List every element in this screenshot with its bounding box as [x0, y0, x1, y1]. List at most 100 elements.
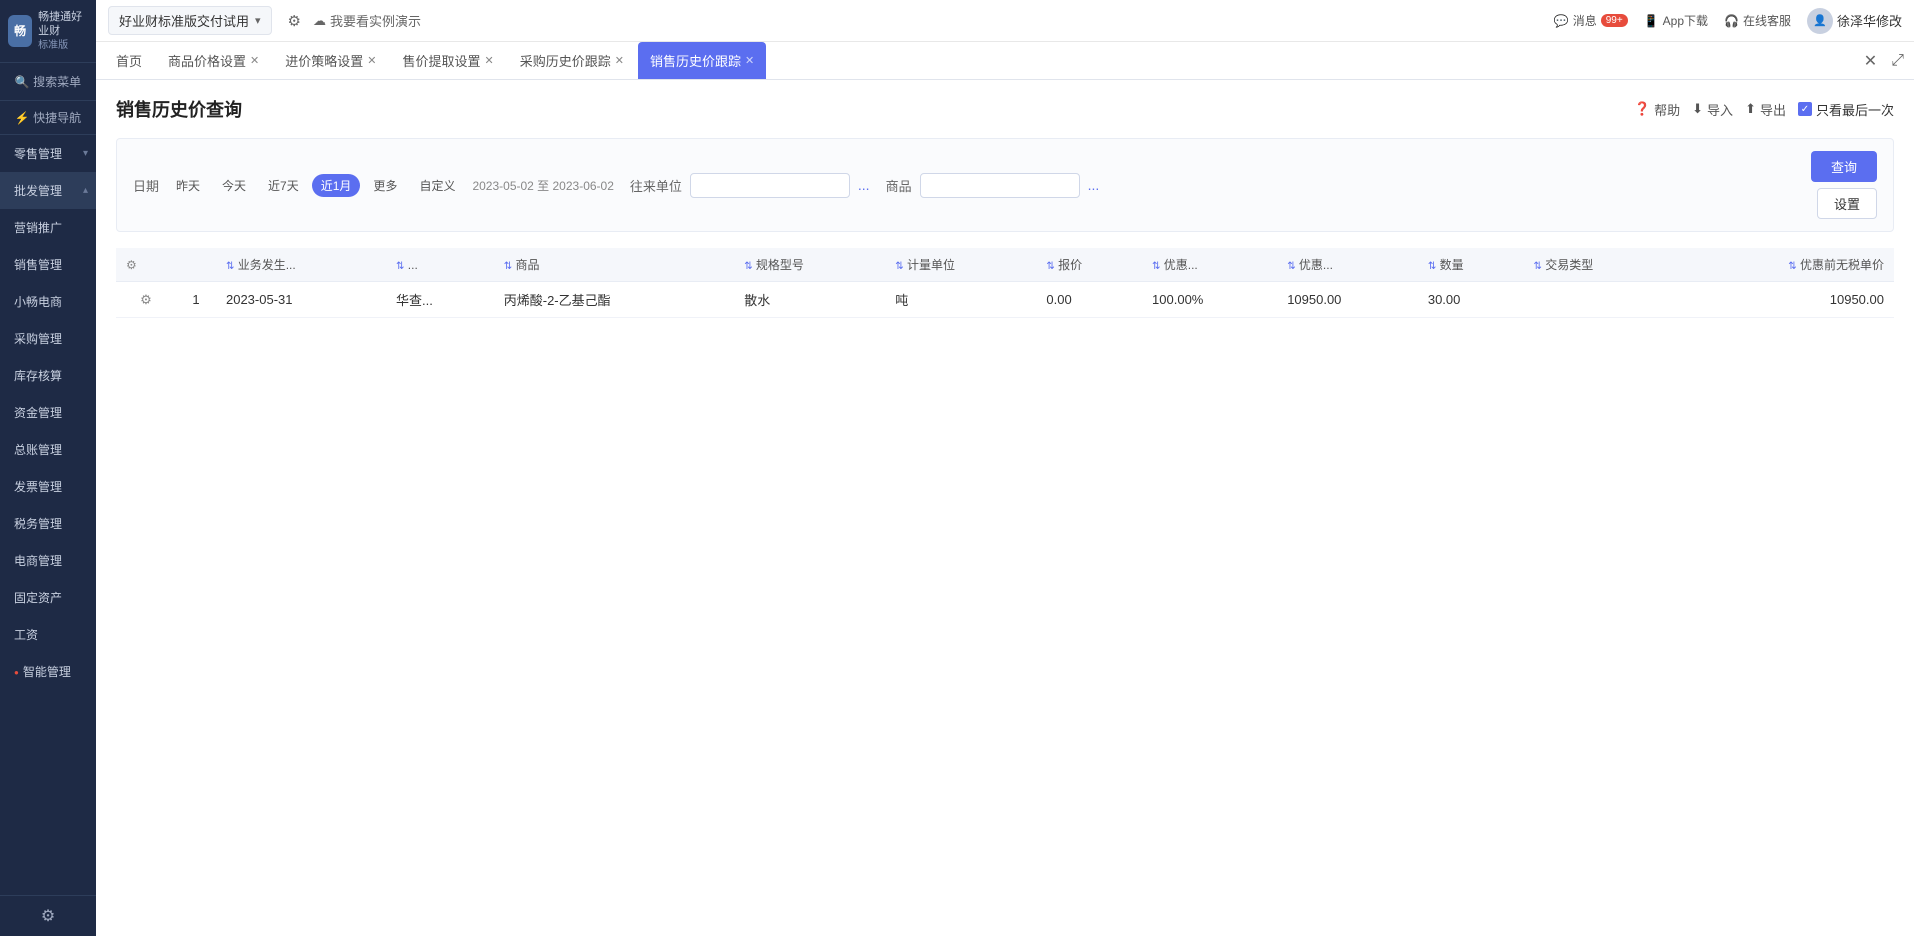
sidebar: 畅 畅捷通好业财 标准版 🔍 搜索菜单 ⚡ 快捷导航 零售管理 ▾ 批发管理 ▴…	[0, 0, 96, 936]
sort-icon: ⇅	[1287, 261, 1295, 272]
export-button[interactable]: ⬆ 导出	[1745, 100, 1786, 119]
sidebar-item-sales-mgmt[interactable]: 销售管理	[0, 246, 96, 283]
headset-icon: 🎧	[1724, 14, 1739, 28]
main-area: 好业财标准版交付试用 ▾ ⚙ ☁ 我要看实例演示 💬 消息 99+ 📱 App下…	[96, 0, 1914, 936]
sidebar-item-finance[interactable]: 资金管理	[0, 394, 96, 431]
col-product[interactable]: ⇅ 商品	[494, 248, 734, 282]
sort-icon: ⇅	[504, 261, 512, 272]
date-range-display: 2023-05-02 至 2023-06-02	[472, 177, 613, 194]
tab-purchase-strategy[interactable]: 进价策略设置 ✕	[273, 42, 388, 79]
close-window-icon[interactable]: ✕	[1858, 49, 1883, 73]
date-btn-today[interactable]: 今天	[213, 174, 255, 197]
filter-settings-button[interactable]: 设置	[1817, 188, 1877, 219]
sidebar-item-purchase[interactable]: 采购管理	[0, 320, 96, 357]
row-gear-icon[interactable]: ⚙	[140, 292, 152, 307]
data-table: ⚙ ⇅ 业务发生... ⇅ ... ⇅ 商品	[116, 248, 1894, 318]
col-num	[176, 248, 216, 282]
sidebar-item-assets[interactable]: 固定资产	[0, 579, 96, 616]
date-btn-yesterday[interactable]: 昨天	[167, 174, 209, 197]
close-tab-icon[interactable]: ✕	[615, 54, 624, 67]
checkbox-icon: ✓	[1798, 102, 1812, 116]
user-menu[interactable]: 👤 徐泽华修改	[1807, 8, 1902, 34]
tab-purchase-history[interactable]: 采购历史价跟踪 ✕	[508, 42, 636, 79]
sidebar-item-invoice[interactable]: 发票管理	[0, 468, 96, 505]
date-btn-last1m[interactable]: 近1月	[312, 174, 361, 197]
col-spec[interactable]: ⇅ 规格型号	[734, 248, 885, 282]
demo-icon: ☁	[313, 13, 326, 29]
help-button[interactable]: ❓ 帮助	[1634, 100, 1680, 119]
col-discount-pct[interactable]: ⇅ 优惠...	[1142, 248, 1277, 282]
close-tab-icon[interactable]: ✕	[745, 54, 754, 67]
tab-price-setting[interactable]: 商品价格设置 ✕	[156, 42, 271, 79]
app-selector[interactable]: 好业财标准版交付试用 ▾	[108, 6, 272, 35]
col-biz-date[interactable]: ⇅ 业务发生...	[216, 248, 386, 282]
sidebar-item-inventory[interactable]: 库存核算	[0, 357, 96, 394]
expand-icon[interactable]: ⤢	[1889, 50, 1906, 72]
col-extra[interactable]: ⇅ ...	[386, 248, 494, 282]
row-unit: 吨	[885, 282, 1036, 318]
settings-icon[interactable]: ⚙	[41, 908, 55, 925]
import-button[interactable]: ⬇ 导入	[1692, 100, 1733, 119]
sidebar-search[interactable]: 🔍 搜索菜单	[0, 63, 96, 101]
col-gear: ⚙	[116, 248, 176, 282]
demo-button[interactable]: ☁ 我要看实例演示	[313, 11, 421, 30]
row-pretax-price: 10950.00	[1675, 282, 1894, 318]
content-area: 销售历史价查询 ❓ 帮助 ⬇ 导入 ⬆ 导出 ✓ 只看最后一次	[96, 80, 1914, 936]
table-row: ⚙ 1 2023-05-31 华查... 丙烯酸-2-乙基己酯 散水 吨 0.0…	[116, 282, 1894, 318]
sidebar-item-retail[interactable]: 零售管理 ▾	[0, 135, 96, 172]
row-biz-date: 2023-05-31	[216, 282, 386, 318]
row-spec: 散水	[734, 282, 885, 318]
sidebar-item-ecommerce[interactable]: 电商管理	[0, 542, 96, 579]
sidebar-logo: 畅 畅捷通好业财 标准版	[0, 0, 96, 63]
product-input[interactable]	[920, 173, 1080, 198]
row-discount-pct: 100.00%	[1142, 282, 1277, 318]
sidebar-item-salary[interactable]: 工资	[0, 616, 96, 653]
sidebar-quick-nav[interactable]: ⚡ 快捷导航	[0, 101, 96, 135]
settings-gear-icon[interactable]: ⚙	[288, 12, 301, 30]
avatar: 👤	[1807, 8, 1833, 34]
table-header-row: ⚙ ⇅ 业务发生... ⇅ ... ⇅ 商品	[116, 248, 1894, 282]
col-pretax-price[interactable]: ⇅ 优惠前无税单价	[1675, 248, 1894, 282]
close-tab-icon[interactable]: ✕	[367, 54, 376, 67]
row-discount-amt: 10950.00	[1277, 282, 1418, 318]
date-btn-custom[interactable]: 自定义	[410, 174, 464, 197]
row-gear-cell: ⚙	[116, 282, 176, 318]
sidebar-item-smart[interactable]: 智能管理	[0, 653, 96, 690]
close-tab-icon[interactable]: ✕	[485, 54, 494, 67]
col-trade-type[interactable]: ⇅ 交易类型	[1523, 248, 1674, 282]
sort-icon: ⇅	[1046, 261, 1054, 272]
query-button[interactable]: 查询	[1811, 151, 1877, 182]
tab-home[interactable]: 首页	[104, 42, 154, 79]
tab-price-extract[interactable]: 售价提取设置 ✕	[390, 42, 505, 79]
date-btn-more[interactable]: 更多	[364, 174, 406, 197]
product-picker-icon[interactable]: ...	[1088, 177, 1100, 193]
row-extra: 华查...	[386, 282, 494, 318]
export-icon: ⬆	[1745, 101, 1756, 117]
col-unit[interactable]: ⇅ 计量单位	[885, 248, 1036, 282]
message-icon: 💬	[1554, 14, 1569, 28]
sidebar-item-wholesale[interactable]: 批发管理 ▴	[0, 172, 96, 209]
from-unit-input[interactable]	[690, 173, 850, 198]
filter-action-area: 查询 设置	[1811, 151, 1877, 219]
date-btn-last7[interactable]: 近7天	[259, 174, 308, 197]
help-icon: ❓	[1634, 101, 1650, 117]
only-last-checkbox[interactable]: ✓ 只看最后一次	[1798, 100, 1894, 119]
table-gear-icon[interactable]: ⚙	[126, 258, 137, 272]
sidebar-item-marketing[interactable]: 营销推广	[0, 209, 96, 246]
sidebar-item-ledger[interactable]: 总账管理	[0, 431, 96, 468]
col-quote[interactable]: ⇅ 报价	[1036, 248, 1142, 282]
sort-icon: ⇅	[1788, 261, 1796, 272]
close-tab-icon[interactable]: ✕	[250, 54, 259, 67]
from-unit-filter: 往来单位 ...	[630, 173, 870, 198]
sidebar-item-tax[interactable]: 税务管理	[0, 505, 96, 542]
sidebar-item-ecommerce-small[interactable]: 小畅电商	[0, 283, 96, 320]
from-unit-picker-icon[interactable]: ...	[858, 177, 870, 193]
col-qty[interactable]: ⇅ 数量	[1418, 248, 1524, 282]
sort-icon: ⇅	[1533, 261, 1541, 272]
product-filter: 商品 ...	[886, 173, 1100, 198]
messages-button[interactable]: 💬 消息 99+	[1554, 12, 1628, 29]
tab-sales-history[interactable]: 销售历史价跟踪 ✕	[638, 42, 766, 79]
app-download-button[interactable]: 📱 App下载	[1644, 12, 1708, 29]
online-service-button[interactable]: 🎧 在线客服	[1724, 12, 1791, 29]
col-discount-amt[interactable]: ⇅ 优惠...	[1277, 248, 1418, 282]
